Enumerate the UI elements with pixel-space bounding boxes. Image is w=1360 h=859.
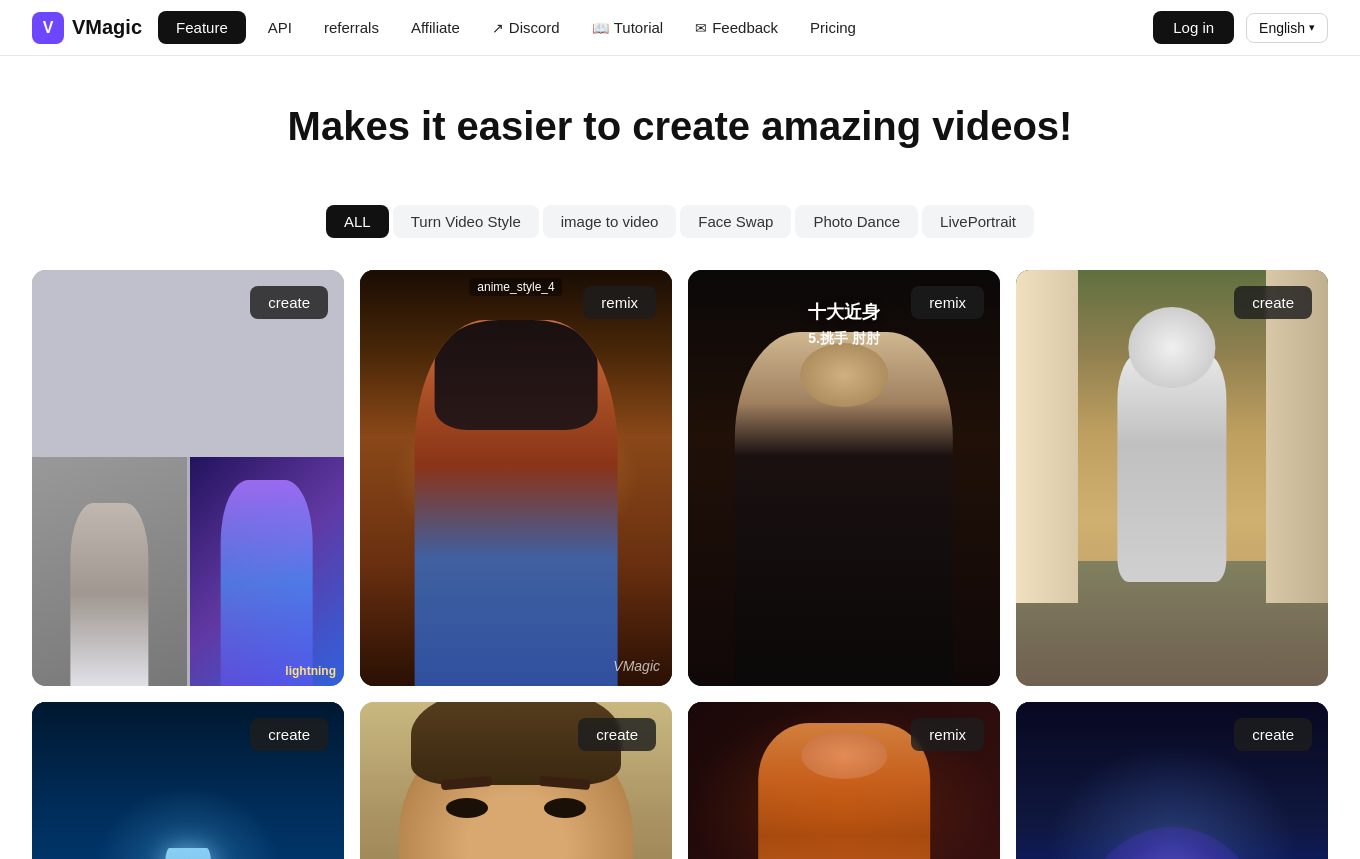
referrals-link[interactable]: referrals (310, 11, 393, 44)
feature-button[interactable]: Feature (158, 11, 246, 44)
tab-image-to-video[interactable]: image to video (543, 205, 677, 238)
tab-all[interactable]: ALL (326, 205, 389, 238)
pricing-link[interactable]: Pricing (796, 11, 870, 44)
card-6-button[interactable]: create (578, 718, 656, 751)
external-link-icon: ↗ (492, 20, 504, 36)
filter-tabs: ALL Turn Video Style image to video Face… (0, 205, 1360, 238)
card-5[interactable]: create (32, 702, 344, 859)
card-1-button[interactable]: create (250, 286, 328, 319)
card-3-title: 十大近身 (808, 300, 880, 324)
feedback-link[interactable]: ✉ Feedback (681, 11, 792, 44)
login-button[interactable]: Log in (1153, 11, 1234, 44)
card-4-button[interactable]: create (1234, 286, 1312, 319)
chevron-down-icon: ▾ (1309, 21, 1315, 34)
card-grid: lightning create anime_styl (0, 270, 1360, 859)
card-2-style-label: anime_style_4 (469, 278, 562, 296)
hero-section: Makes it easier to create amazing videos… (0, 56, 1360, 181)
card-3-button[interactable]: remix (911, 286, 984, 319)
api-link[interactable]: API (254, 11, 306, 44)
navbar: V VMagic Feature API referrals Affiliate… (0, 0, 1360, 56)
card-5-button[interactable]: create (250, 718, 328, 751)
card-3[interactable]: 十大近身 5.挑手 肘肘 remix (688, 270, 1000, 686)
card-7[interactable]: remix (688, 702, 1000, 859)
hero-title: Makes it easier to create amazing videos… (32, 104, 1328, 149)
card-2-button[interactable]: remix (583, 286, 656, 319)
tab-turn-video-style[interactable]: Turn Video Style (393, 205, 539, 238)
tab-liveportrait[interactable]: LivePortrait (922, 205, 1034, 238)
card-1[interactable]: lightning create (32, 270, 344, 686)
logo[interactable]: V VMagic (32, 12, 142, 44)
card-1-label: lightning (285, 664, 336, 678)
card-6[interactable]: create (360, 702, 672, 859)
card-2-watermark: VMagic (613, 658, 660, 674)
book-icon: 📖 (592, 20, 609, 36)
card-4[interactable]: create (1016, 270, 1328, 686)
card-3-subtitle: 5.挑手 肘肘 (808, 330, 880, 348)
card-8-button[interactable]: create (1234, 718, 1312, 751)
card-8[interactable]: create (1016, 702, 1328, 859)
language-selector[interactable]: English ▾ (1246, 13, 1328, 43)
card-2[interactable]: anime_style_4 VMagic remix (360, 270, 672, 686)
tab-face-swap[interactable]: Face Swap (680, 205, 791, 238)
logo-icon: V (32, 12, 64, 44)
tab-photo-dance[interactable]: Photo Dance (795, 205, 918, 238)
logo-text: VMagic (72, 16, 142, 39)
language-label: English (1259, 20, 1305, 36)
affiliate-link[interactable]: Affiliate (397, 11, 474, 44)
discord-link[interactable]: ↗ Discord (478, 11, 574, 44)
tutorial-link[interactable]: 📖 Tutorial (578, 11, 677, 44)
mail-icon: ✉ (695, 20, 707, 36)
card-7-button[interactable]: remix (911, 718, 984, 751)
